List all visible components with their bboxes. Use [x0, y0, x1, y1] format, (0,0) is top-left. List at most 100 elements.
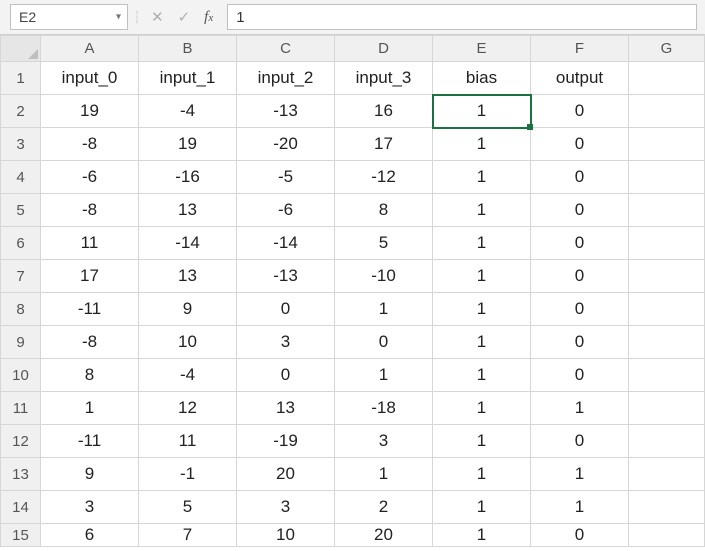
- cell[interactable]: -4: [139, 359, 237, 392]
- cell[interactable]: -12: [335, 161, 433, 194]
- cell[interactable]: bias: [433, 62, 531, 95]
- cell[interactable]: 9: [139, 293, 237, 326]
- row-head[interactable]: 8: [1, 293, 41, 326]
- cell[interactable]: 5: [139, 491, 237, 524]
- cell[interactable]: [629, 425, 705, 458]
- cell[interactable]: -1: [139, 458, 237, 491]
- cell[interactable]: 1: [531, 491, 629, 524]
- cell[interactable]: 0: [531, 161, 629, 194]
- row-head[interactable]: 13: [1, 458, 41, 491]
- cell[interactable]: [629, 326, 705, 359]
- col-head-G[interactable]: G: [629, 36, 705, 62]
- cell[interactable]: [629, 128, 705, 161]
- cell[interactable]: 0: [531, 260, 629, 293]
- cell[interactable]: [629, 524, 705, 547]
- cell[interactable]: 19: [139, 128, 237, 161]
- formula-input[interactable]: 1: [227, 4, 697, 30]
- cell[interactable]: 7: [139, 524, 237, 547]
- cell[interactable]: 5: [335, 227, 433, 260]
- cell[interactable]: -8: [41, 128, 139, 161]
- cell[interactable]: 1: [433, 326, 531, 359]
- cell[interactable]: 1: [433, 359, 531, 392]
- cell[interactable]: 1: [531, 458, 629, 491]
- cell[interactable]: [629, 458, 705, 491]
- cell[interactable]: -13: [237, 260, 335, 293]
- cell[interactable]: 11: [139, 425, 237, 458]
- cell[interactable]: [629, 95, 705, 128]
- cell[interactable]: 1: [433, 293, 531, 326]
- cell[interactable]: -14: [237, 227, 335, 260]
- col-head-F[interactable]: F: [531, 36, 629, 62]
- cell[interactable]: [629, 392, 705, 425]
- cell[interactable]: 0: [237, 359, 335, 392]
- row-head[interactable]: 1: [1, 62, 41, 95]
- cell[interactable]: 17: [335, 128, 433, 161]
- cell[interactable]: 1: [433, 227, 531, 260]
- cell[interactable]: 1: [433, 392, 531, 425]
- col-head-B[interactable]: B: [139, 36, 237, 62]
- cell[interactable]: 19: [41, 95, 139, 128]
- row-head[interactable]: 14: [1, 491, 41, 524]
- cancel-icon[interactable]: ✕: [151, 10, 164, 25]
- cell[interactable]: 16: [335, 95, 433, 128]
- cell[interactable]: -11: [41, 425, 139, 458]
- cell[interactable]: 3: [237, 326, 335, 359]
- cell[interactable]: 0: [531, 194, 629, 227]
- cell[interactable]: 0: [531, 128, 629, 161]
- col-head-D[interactable]: D: [335, 36, 433, 62]
- cell[interactable]: -13: [237, 95, 335, 128]
- row-head[interactable]: 10: [1, 359, 41, 392]
- cell[interactable]: 20: [335, 524, 433, 547]
- cell[interactable]: input_0: [41, 62, 139, 95]
- cell[interactable]: 1: [531, 392, 629, 425]
- cell[interactable]: input_2: [237, 62, 335, 95]
- row-head[interactable]: 4: [1, 161, 41, 194]
- cell[interactable]: 3: [41, 491, 139, 524]
- cell[interactable]: 1: [433, 458, 531, 491]
- cell[interactable]: 0: [237, 293, 335, 326]
- cell[interactable]: -18: [335, 392, 433, 425]
- cell[interactable]: 20: [237, 458, 335, 491]
- cell[interactable]: [629, 62, 705, 95]
- check-icon[interactable]: ✓: [178, 10, 191, 25]
- cell[interactable]: -14: [139, 227, 237, 260]
- cell[interactable]: 1: [41, 392, 139, 425]
- cell[interactable]: -6: [41, 161, 139, 194]
- cell[interactable]: 13: [139, 260, 237, 293]
- cell[interactable]: 1: [433, 491, 531, 524]
- cell[interactable]: [629, 260, 705, 293]
- cell[interactable]: input_1: [139, 62, 237, 95]
- cell[interactable]: -19: [237, 425, 335, 458]
- row-head[interactable]: 15: [1, 524, 41, 547]
- cell[interactable]: 0: [335, 326, 433, 359]
- row-head[interactable]: 2: [1, 95, 41, 128]
- cell[interactable]: output: [531, 62, 629, 95]
- cell[interactable]: -8: [41, 326, 139, 359]
- cell[interactable]: [629, 227, 705, 260]
- cell[interactable]: 1: [433, 161, 531, 194]
- cell[interactable]: 1: [433, 260, 531, 293]
- fill-handle[interactable]: [527, 124, 533, 130]
- cell[interactable]: 1: [433, 425, 531, 458]
- cell[interactable]: 11: [41, 227, 139, 260]
- cell[interactable]: [629, 194, 705, 227]
- cell[interactable]: [629, 161, 705, 194]
- cell[interactable]: 12: [139, 392, 237, 425]
- cell[interactable]: 1: [433, 128, 531, 161]
- cell[interactable]: 13: [237, 392, 335, 425]
- cell-selected[interactable]: 1: [433, 95, 531, 128]
- cell[interactable]: 1: [335, 458, 433, 491]
- cell[interactable]: 1: [335, 293, 433, 326]
- col-head-C[interactable]: C: [237, 36, 335, 62]
- cell[interactable]: [629, 491, 705, 524]
- cell[interactable]: 17: [41, 260, 139, 293]
- col-head-E[interactable]: E: [433, 36, 531, 62]
- row-head[interactable]: 7: [1, 260, 41, 293]
- row-head[interactable]: 11: [1, 392, 41, 425]
- cell[interactable]: [629, 359, 705, 392]
- cell[interactable]: 0: [531, 293, 629, 326]
- cell[interactable]: -20: [237, 128, 335, 161]
- cell[interactable]: [629, 293, 705, 326]
- cell[interactable]: 0: [531, 425, 629, 458]
- row-head[interactable]: 9: [1, 326, 41, 359]
